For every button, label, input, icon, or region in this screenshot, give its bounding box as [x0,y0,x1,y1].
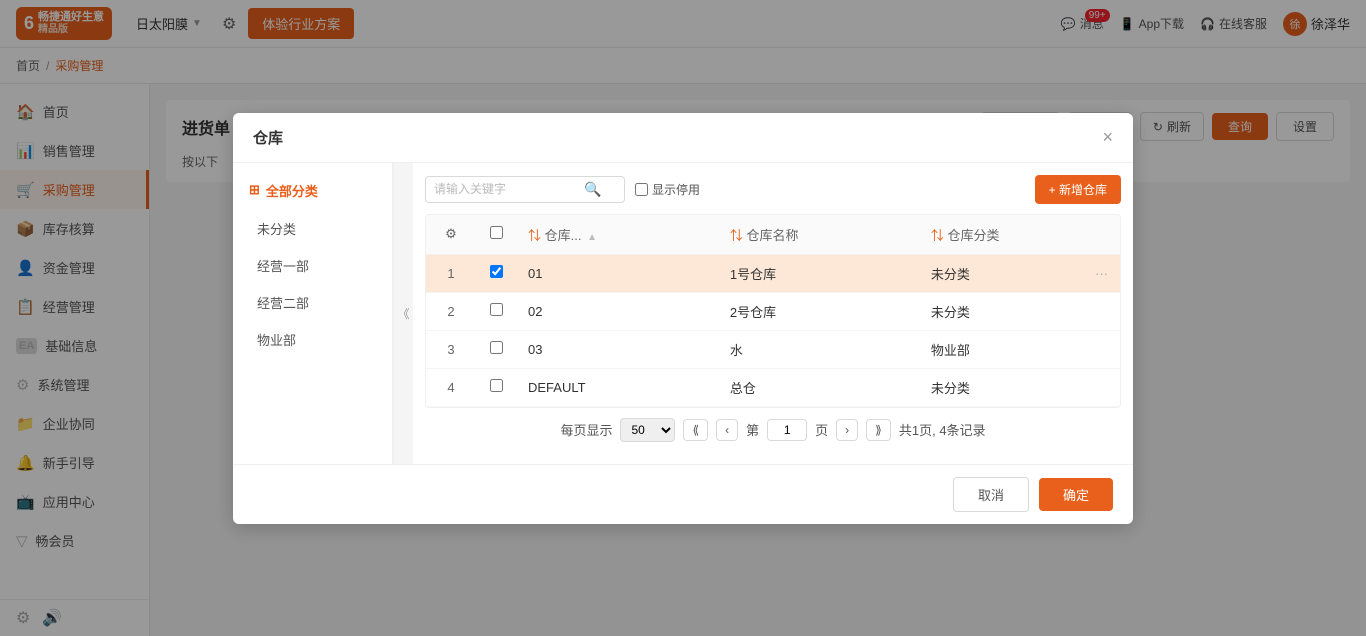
first-page-button[interactable]: ⟪ [683,419,708,441]
modal-sidebar: ⊞ 全部分类 未分类 经营一部 经营二部 物业部 [233,163,393,464]
row-num: 4 [426,368,476,406]
search-icon[interactable]: 🔍 [584,181,601,198]
confirm-button[interactable]: 确定 [1039,478,1113,511]
more-icon[interactable]: ··· [1095,266,1108,281]
row-checkbox-cell [476,368,516,406]
per-page-select[interactable]: 50 10 20 100 [620,418,675,442]
show-disabled-checkbox[interactable] [635,183,648,196]
row-category: 物业部 [919,331,1120,368]
modal-footer: 取消 确定 [233,464,1133,524]
code-sort-icon: ▲ [587,232,597,243]
modal-overlay: 仓库 × ⊞ 全部分类 未分类 经营一部 经营二部 [0,0,1366,636]
col-header-code: ⇅ 仓库... ▲ [516,215,718,255]
select-all-checkbox[interactable] [490,226,503,239]
row-code: 02 [516,292,718,330]
modal-title: 仓库 [253,127,283,148]
total-text: 共1页, 4条记录 [899,420,986,439]
sort-icon: ⇅ [528,228,541,243]
search-box: 🔍 [425,176,625,203]
row-name: 水 [718,330,919,368]
col-header-category: ⇅ 仓库分类 [919,215,1120,255]
grid-icon: ⊞ [249,182,260,198]
modal-sidebar-collapse-button[interactable]: 《 [393,163,413,464]
row-name: 总仓 [718,368,919,406]
next-page-button[interactable]: › [836,419,858,441]
prev-page-button[interactable]: ‹ [716,419,738,441]
col-header-name: ⇅ 仓库名称 [718,215,919,255]
row-checkbox[interactable] [490,265,503,278]
col-header-check [476,215,516,255]
row-num: 2 [426,292,476,330]
modal-category-dept1[interactable]: 经营一部 [233,247,392,284]
row-code: 01 [516,254,718,292]
row-name: 2号仓库 [718,292,919,330]
modal-toolbar: 🔍 显示停用 + 新增仓库 [425,175,1121,204]
row-checkbox-cell [476,330,516,368]
row-category: 未分类 [919,293,1120,330]
row-checkbox-cell [476,254,516,292]
col-header-gear: ⚙ [426,215,476,255]
pagination: 每页显示 50 10 20 100 ⟪ ‹ 第 页 › ⟫ 共1页, 4条记录 [425,408,1121,452]
page-number-input[interactable] [767,419,807,441]
row-num: 1 [426,254,476,292]
table-row[interactable]: 1 01 1号仓库 未分类··· [426,254,1120,292]
warehouse-table: ⚙ ⇅ 仓库... ▲ ⇅ 仓库名称 [425,214,1121,408]
row-checkbox[interactable] [490,303,503,316]
table-row[interactable]: 4 DEFAULT 总仓 未分类 [426,368,1120,406]
modal-category-all[interactable]: ⊞ 全部分类 [233,171,392,210]
show-disabled-label[interactable]: 显示停用 [635,181,700,198]
row-num: 3 [426,330,476,368]
modal-main-content: 🔍 显示停用 + 新增仓库 ⚙ [413,163,1133,464]
row-code: DEFAULT [516,368,718,406]
table-row[interactable]: 2 02 2号仓库 未分类 [426,292,1120,330]
row-name: 1号仓库 [718,254,919,292]
row-category: 未分类 [919,369,1120,406]
table-row[interactable]: 3 03 水 物业部 [426,330,1120,368]
row-checkbox-cell [476,292,516,330]
row-checkbox[interactable] [490,379,503,392]
warehouse-modal: 仓库 × ⊞ 全部分类 未分类 经营一部 经营二部 [233,113,1133,524]
modal-category-dept2[interactable]: 经营二部 [233,284,392,321]
cancel-button[interactable]: 取消 [953,477,1029,512]
modal-body: ⊞ 全部分类 未分类 经营一部 经营二部 物业部 《 [233,163,1133,464]
add-warehouse-button[interactable]: + 新增仓库 [1035,175,1121,204]
last-page-button[interactable]: ⟫ [866,419,891,441]
row-checkbox[interactable] [490,341,503,354]
sort-icon-cat: ⇅ [931,228,944,243]
search-input[interactable] [434,182,584,196]
modal-close-button[interactable]: × [1102,127,1113,148]
modal-category-property[interactable]: 物业部 [233,321,392,358]
row-category: 未分类··· [919,255,1120,292]
sort-icon-name: ⇅ [730,228,743,243]
gear-header-icon: ⚙ [445,226,457,241]
modal-category-unclassified[interactable]: 未分类 [233,210,392,247]
modal-header: 仓库 × [233,113,1133,163]
row-code: 03 [516,330,718,368]
